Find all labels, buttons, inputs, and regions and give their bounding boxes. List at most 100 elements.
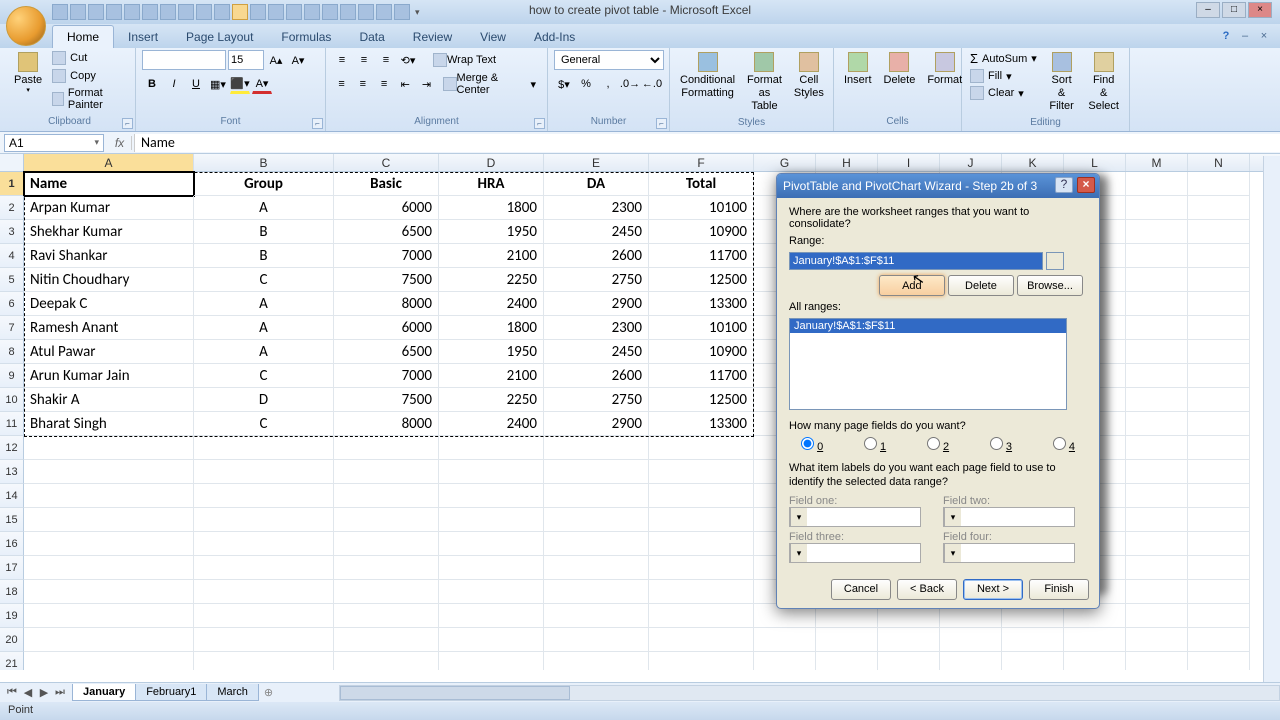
qat-item-icon[interactable] (268, 4, 284, 20)
qat-pivot-wizard-icon[interactable] (232, 4, 248, 20)
cell[interactable] (1126, 580, 1188, 604)
all-ranges-list[interactable]: January!$A$1:$F$11 (789, 318, 1067, 410)
formula-input[interactable] (134, 134, 1280, 152)
cell[interactable]: 6000 (334, 196, 439, 220)
cell[interactable]: 13300 (649, 412, 754, 436)
dialog-help-button[interactable]: ? (1055, 177, 1073, 193)
qat-item-icon[interactable] (160, 4, 176, 20)
cell[interactable]: 7500 (334, 268, 439, 292)
delete-cells-button[interactable]: Delete (880, 50, 920, 89)
underline-button[interactable]: U (186, 74, 206, 94)
cell[interactable] (439, 484, 544, 508)
align-bottom-icon[interactable]: ≡ (376, 50, 396, 70)
cell[interactable]: HRA (439, 172, 544, 196)
cell[interactable] (1002, 652, 1064, 670)
tab-view[interactable]: View (466, 26, 520, 48)
sheet-nav-next-icon[interactable]: ▶ (36, 686, 52, 699)
cell[interactable] (544, 556, 649, 580)
page-fields-radio-4[interactable]: 4 (1053, 437, 1075, 453)
range-input[interactable] (789, 252, 1043, 270)
cell[interactable] (649, 628, 754, 652)
cell[interactable] (439, 604, 544, 628)
minimize-ribbon-icon[interactable]: – (1237, 30, 1253, 46)
clear-button[interactable]: Clear ▾ (968, 85, 1039, 101)
cell[interactable]: 1800 (439, 196, 544, 220)
tab-formulas[interactable]: Formulas (267, 26, 345, 48)
page-fields-radio-0[interactable]: 0 (801, 437, 823, 453)
cell[interactable] (439, 436, 544, 460)
cell[interactable]: DA (544, 172, 649, 196)
cell[interactable] (544, 484, 649, 508)
qat-item-icon[interactable] (358, 4, 374, 20)
qat-item-icon[interactable] (322, 4, 338, 20)
sheet-nav-last-icon[interactable]: ⏭ (52, 686, 68, 699)
cell[interactable] (1188, 508, 1250, 532)
cell[interactable] (24, 508, 194, 532)
cell[interactable] (649, 508, 754, 532)
cell[interactable] (1126, 460, 1188, 484)
row-header[interactable]: 4 (0, 244, 24, 268)
tab-insert[interactable]: Insert (114, 26, 172, 48)
cell[interactable]: 1950 (439, 340, 544, 364)
office-button[interactable] (6, 6, 46, 46)
cell[interactable] (194, 532, 334, 556)
cell[interactable] (439, 508, 544, 532)
format-as-table-button[interactable]: Format as Table (743, 50, 786, 116)
cell[interactable] (1188, 604, 1250, 628)
cell[interactable] (1126, 652, 1188, 670)
cell[interactable]: 8000 (334, 292, 439, 316)
cell[interactable] (334, 580, 439, 604)
row-header[interactable]: 16 (0, 532, 24, 556)
field-combo-4[interactable] (943, 543, 1075, 563)
cell[interactable]: D (194, 388, 334, 412)
sheet-tab-march[interactable]: March (206, 684, 259, 701)
currency-icon[interactable]: $▾ (554, 74, 574, 94)
cell[interactable] (878, 652, 940, 670)
cell[interactable]: Shekhar Kumar (24, 220, 194, 244)
column-header[interactable]: H (816, 154, 878, 171)
cell[interactable] (1188, 628, 1250, 652)
cell[interactable] (1126, 628, 1188, 652)
qat-item-icon[interactable] (340, 4, 356, 20)
column-header[interactable]: I (878, 154, 940, 171)
cell[interactable] (1126, 172, 1188, 196)
cell[interactable] (194, 604, 334, 628)
row-header[interactable]: 3 (0, 220, 24, 244)
cell[interactable]: Shakir A (24, 388, 194, 412)
row-header[interactable]: 7 (0, 316, 24, 340)
cell[interactable] (24, 652, 194, 670)
autosum-button[interactable]: Σ AutoSum ▾ (968, 50, 1039, 67)
row-header[interactable]: 12 (0, 436, 24, 460)
row-header[interactable]: 11 (0, 412, 24, 436)
cell[interactable]: 10100 (649, 316, 754, 340)
cell[interactable] (649, 580, 754, 604)
align-left-icon[interactable]: ≡ (332, 74, 351, 94)
range-picker-icon[interactable] (1046, 252, 1064, 270)
cell[interactable]: Nitin Choudhary (24, 268, 194, 292)
italic-button[interactable]: I (164, 74, 184, 94)
cell[interactable] (544, 652, 649, 670)
cell[interactable] (1188, 388, 1250, 412)
dialog-launcher-icon[interactable]: ⌐ (312, 118, 323, 129)
page-fields-radio-2[interactable]: 2 (927, 437, 949, 453)
cell[interactable] (439, 556, 544, 580)
dialog-close-button[interactable]: × (1077, 177, 1095, 193)
column-header[interactable]: L (1064, 154, 1126, 171)
cell[interactable] (24, 580, 194, 604)
cell[interactable]: 2100 (439, 364, 544, 388)
dialog-launcher-icon[interactable]: ⌐ (534, 118, 545, 129)
cell[interactable] (754, 628, 816, 652)
cell[interactable] (878, 628, 940, 652)
new-sheet-icon[interactable]: ⊕ (258, 686, 279, 699)
cell[interactable] (1126, 340, 1188, 364)
cell[interactable]: 10900 (649, 220, 754, 244)
cell[interactable]: 2450 (544, 220, 649, 244)
cell[interactable]: 2750 (544, 268, 649, 292)
cell[interactable] (1188, 436, 1250, 460)
cell[interactable] (1126, 412, 1188, 436)
align-right-icon[interactable]: ≡ (374, 74, 393, 94)
cell[interactable] (194, 508, 334, 532)
cell[interactable]: 2400 (439, 292, 544, 316)
cell[interactable] (649, 556, 754, 580)
cell[interactable] (1188, 292, 1250, 316)
